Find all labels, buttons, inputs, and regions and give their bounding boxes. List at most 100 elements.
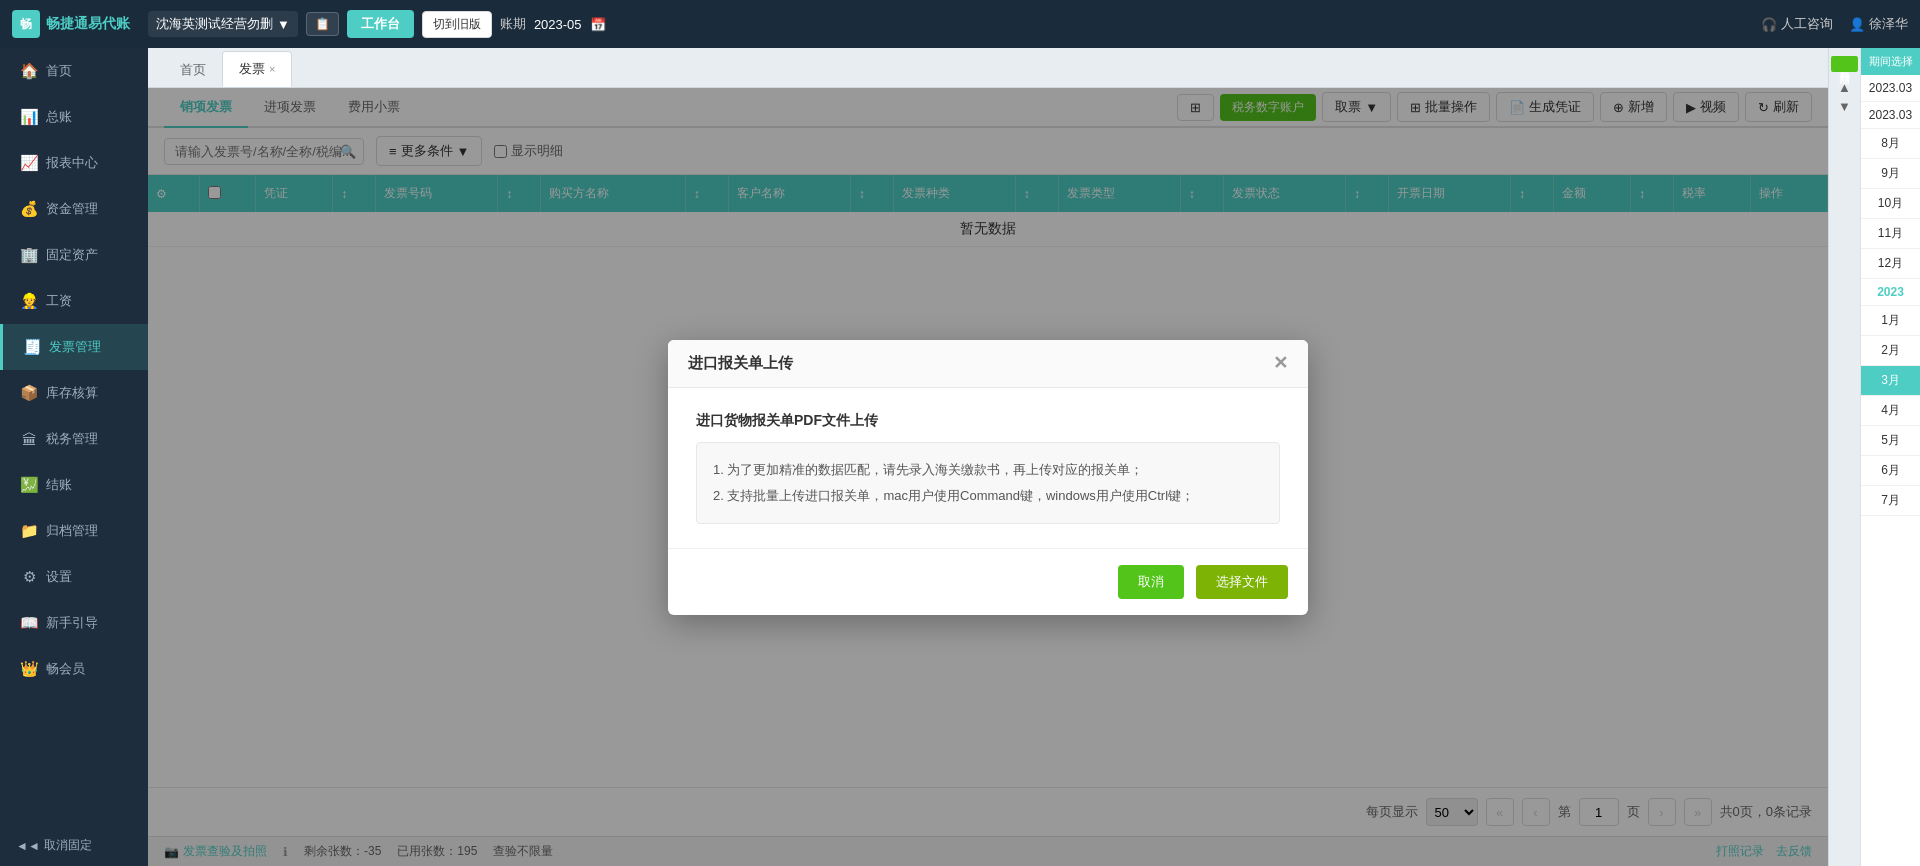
sidebar-item-archive[interactable]: 📁 归档管理 bbox=[0, 508, 148, 554]
sidebar-item-label: 库存核算 bbox=[46, 384, 98, 402]
sidebar-item-guide[interactable]: 📖 新手引导 bbox=[0, 600, 148, 646]
sidebar-item-label: 畅会员 bbox=[46, 660, 85, 678]
modal-overlay[interactable]: 进口报关单上传 ✕ 进口货物报关单PDF文件上传 1. 为了更加精准的数据匹配，… bbox=[148, 88, 1828, 866]
tab-bar: 首页 发票 × bbox=[148, 48, 1828, 88]
period-panel: 期间选择 2023.03 2023.03 8月 9月 10月 11月 12月 2… bbox=[1860, 48, 1920, 866]
tab-close-icon[interactable]: × bbox=[269, 63, 275, 75]
period-item-11[interactable]: 4月 bbox=[1861, 396, 1920, 426]
sidebar-item-label: 发票管理 bbox=[49, 338, 101, 356]
tax-icon: 🏛 bbox=[20, 431, 38, 448]
sidebar-item-label: 首页 bbox=[46, 62, 72, 80]
tab-home[interactable]: 首页 bbox=[164, 53, 222, 87]
period-item-1[interactable]: 2023.03 bbox=[1861, 102, 1920, 129]
content-area: 首页 发票 × 销项发票 进项发票 费用小票 bbox=[148, 48, 1828, 866]
home-icon: 🏠 bbox=[20, 62, 38, 80]
tab-invoice[interactable]: 发票 × bbox=[222, 51, 292, 87]
modal-header: 进口报关单上传 ✕ bbox=[668, 340, 1308, 388]
modal-info-box: 1. 为了更加精准的数据匹配，请先录入海关缴款书，再上传对应的报关单； 2. 支… bbox=[696, 442, 1280, 524]
period-panel-header[interactable]: 期间选择 bbox=[1861, 48, 1920, 75]
top-bar: 畅 畅捷通易代账 沈海英测试经营勿删 ▼ 📋 工作台 切到旧版 账期 2023-… bbox=[0, 0, 1920, 48]
sidebar-item-label: 设置 bbox=[46, 568, 72, 586]
sidebar-item-salary[interactable]: 👷 工资 bbox=[0, 278, 148, 324]
period-item-3[interactable]: 9月 bbox=[1861, 159, 1920, 189]
sidebar-item-assets[interactable]: 🏢 固定资产 bbox=[0, 232, 148, 278]
sidebar-item-label: 总账 bbox=[46, 108, 72, 126]
period-item-6[interactable]: 12月 bbox=[1861, 249, 1920, 279]
period-value: 2023-05 bbox=[534, 17, 582, 32]
app-logo: 畅 畅捷通易代账 bbox=[12, 10, 130, 38]
switch-old-button[interactable]: 切到旧版 bbox=[422, 11, 492, 38]
sidebar-item-ledger[interactable]: 📊 总账 bbox=[0, 94, 148, 140]
reports-icon: 📈 bbox=[20, 154, 38, 172]
modal-info-line1: 1. 为了更加精准的数据匹配，请先录入海关缴款书，再上传对应的报关单； bbox=[713, 457, 1263, 483]
sidebar-item-label: 新手引导 bbox=[46, 614, 98, 632]
modal-select-file-button[interactable]: 选择文件 bbox=[1196, 565, 1288, 599]
sidebar-item-home[interactable]: 🏠 首页 bbox=[0, 48, 148, 94]
workspace-button[interactable]: 工作台 bbox=[347, 10, 414, 38]
user-avatar-icon: 👤 bbox=[1849, 17, 1865, 32]
modal-close-button[interactable]: ✕ bbox=[1273, 354, 1288, 372]
modal-title: 进口报关单上传 bbox=[688, 354, 793, 373]
period-label: 账期 bbox=[500, 15, 526, 33]
period-item-0[interactable]: 2023.03 bbox=[1861, 75, 1920, 102]
period-item-12[interactable]: 5月 bbox=[1861, 426, 1920, 456]
period-item-9[interactable]: 2月 bbox=[1861, 336, 1920, 366]
open-close-button[interactable]: 开启日期 bbox=[1831, 56, 1858, 72]
sidebar-item-label: 结账 bbox=[46, 476, 72, 494]
modal-footer: 取消 选择文件 bbox=[668, 548, 1308, 615]
expand-icon[interactable]: ▲ bbox=[1838, 80, 1851, 95]
pin-label: 取消固定 bbox=[44, 837, 92, 854]
modal: 进口报关单上传 ✕ 进口货物报关单PDF文件上传 1. 为了更加精准的数据匹配，… bbox=[668, 340, 1308, 615]
right-panels: 开启日期 ▲ ▼ 期间选择 2023.03 2023.03 8月 9月 10月 … bbox=[1828, 48, 1920, 866]
sidebar-item-label: 税务管理 bbox=[46, 430, 98, 448]
close-accounts-icon: 💹 bbox=[20, 476, 38, 494]
period-item-7[interactable]: 2023 bbox=[1861, 279, 1920, 306]
service-btn[interactable]: 🎧 人工咨询 bbox=[1761, 15, 1833, 33]
ledger-icon: 📊 bbox=[20, 108, 38, 126]
sidebar-item-tax[interactable]: 🏛 税务管理 bbox=[0, 416, 148, 462]
sidebar-item-label: 资金管理 bbox=[46, 200, 98, 218]
salary-icon: 👷 bbox=[20, 292, 38, 310]
right-panel: 开启日期 ▲ ▼ bbox=[1828, 48, 1860, 866]
sidebar-item-reports[interactable]: 📈 报表中心 bbox=[0, 140, 148, 186]
modal-section-title: 进口货物报关单PDF文件上传 bbox=[696, 412, 1280, 430]
assets-icon: 🏢 bbox=[20, 246, 38, 264]
sidebar-item-label: 归档管理 bbox=[46, 522, 98, 540]
collapse-icon[interactable]: ▼ bbox=[1838, 99, 1851, 114]
pin-icon: ◄◄ bbox=[16, 839, 40, 853]
company-name: 沈海英测试经营勿删 bbox=[156, 15, 273, 33]
top-bar-right: 🎧 人工咨询 👤 徐泽华 bbox=[1761, 15, 1908, 33]
sidebar-item-member[interactable]: 👑 畅会员 bbox=[0, 646, 148, 692]
app-name: 畅捷通易代账 bbox=[46, 15, 130, 33]
company-selector[interactable]: 沈海英测试经营勿删 ▼ bbox=[148, 11, 298, 37]
archive-icon: 📁 bbox=[20, 522, 38, 540]
copy-btn[interactable]: 📋 bbox=[306, 12, 339, 36]
period-item-14[interactable]: 7月 bbox=[1861, 486, 1920, 516]
sidebar-item-finance[interactable]: 💰 资金管理 bbox=[0, 186, 148, 232]
member-icon: 👑 bbox=[20, 660, 38, 678]
inventory-icon: 📦 bbox=[20, 384, 38, 402]
sidebar-item-inventory[interactable]: 📦 库存核算 bbox=[0, 370, 148, 416]
calendar-icon[interactable]: 📅 bbox=[590, 17, 606, 32]
user-info[interactable]: 👤 徐泽华 bbox=[1849, 15, 1908, 33]
sidebar-bottom-pin[interactable]: ◄◄ 取消固定 bbox=[0, 825, 148, 866]
headphone-icon: 🎧 bbox=[1761, 17, 1777, 32]
period-item-10[interactable]: 3月 bbox=[1861, 366, 1920, 396]
sidebar-item-close-accounts[interactable]: 💹 结账 bbox=[0, 462, 148, 508]
period-item-13[interactable]: 6月 bbox=[1861, 456, 1920, 486]
invoice-icon: 🧾 bbox=[23, 338, 41, 356]
modal-body: 进口货物报关单PDF文件上传 1. 为了更加精准的数据匹配，请先录入海关缴款书，… bbox=[668, 388, 1308, 548]
period-item-4[interactable]: 10月 bbox=[1861, 189, 1920, 219]
modal-cancel-button[interactable]: 取消 bbox=[1118, 565, 1184, 599]
period-item-8[interactable]: 1月 bbox=[1861, 306, 1920, 336]
period-item-2[interactable]: 8月 bbox=[1861, 129, 1920, 159]
period-item-5[interactable]: 11月 bbox=[1861, 219, 1920, 249]
guide-icon: 📖 bbox=[20, 614, 38, 632]
sidebar-item-invoice[interactable]: 🧾 发票管理 bbox=[0, 324, 148, 370]
sidebar: 🏠 首页 📊 总账 📈 报表中心 💰 资金管理 🏢 固定资产 👷 工资 🧾 发票… bbox=[0, 48, 148, 866]
settings-icon: ⚙ bbox=[20, 568, 38, 586]
sidebar-item-settings[interactable]: ⚙ 设置 bbox=[0, 554, 148, 600]
period-info: 账期 2023-05 📅 bbox=[500, 15, 606, 33]
main-layout: 🏠 首页 📊 总账 📈 报表中心 💰 资金管理 🏢 固定资产 👷 工资 🧾 发票… bbox=[0, 48, 1920, 866]
finance-icon: 💰 bbox=[20, 200, 38, 218]
